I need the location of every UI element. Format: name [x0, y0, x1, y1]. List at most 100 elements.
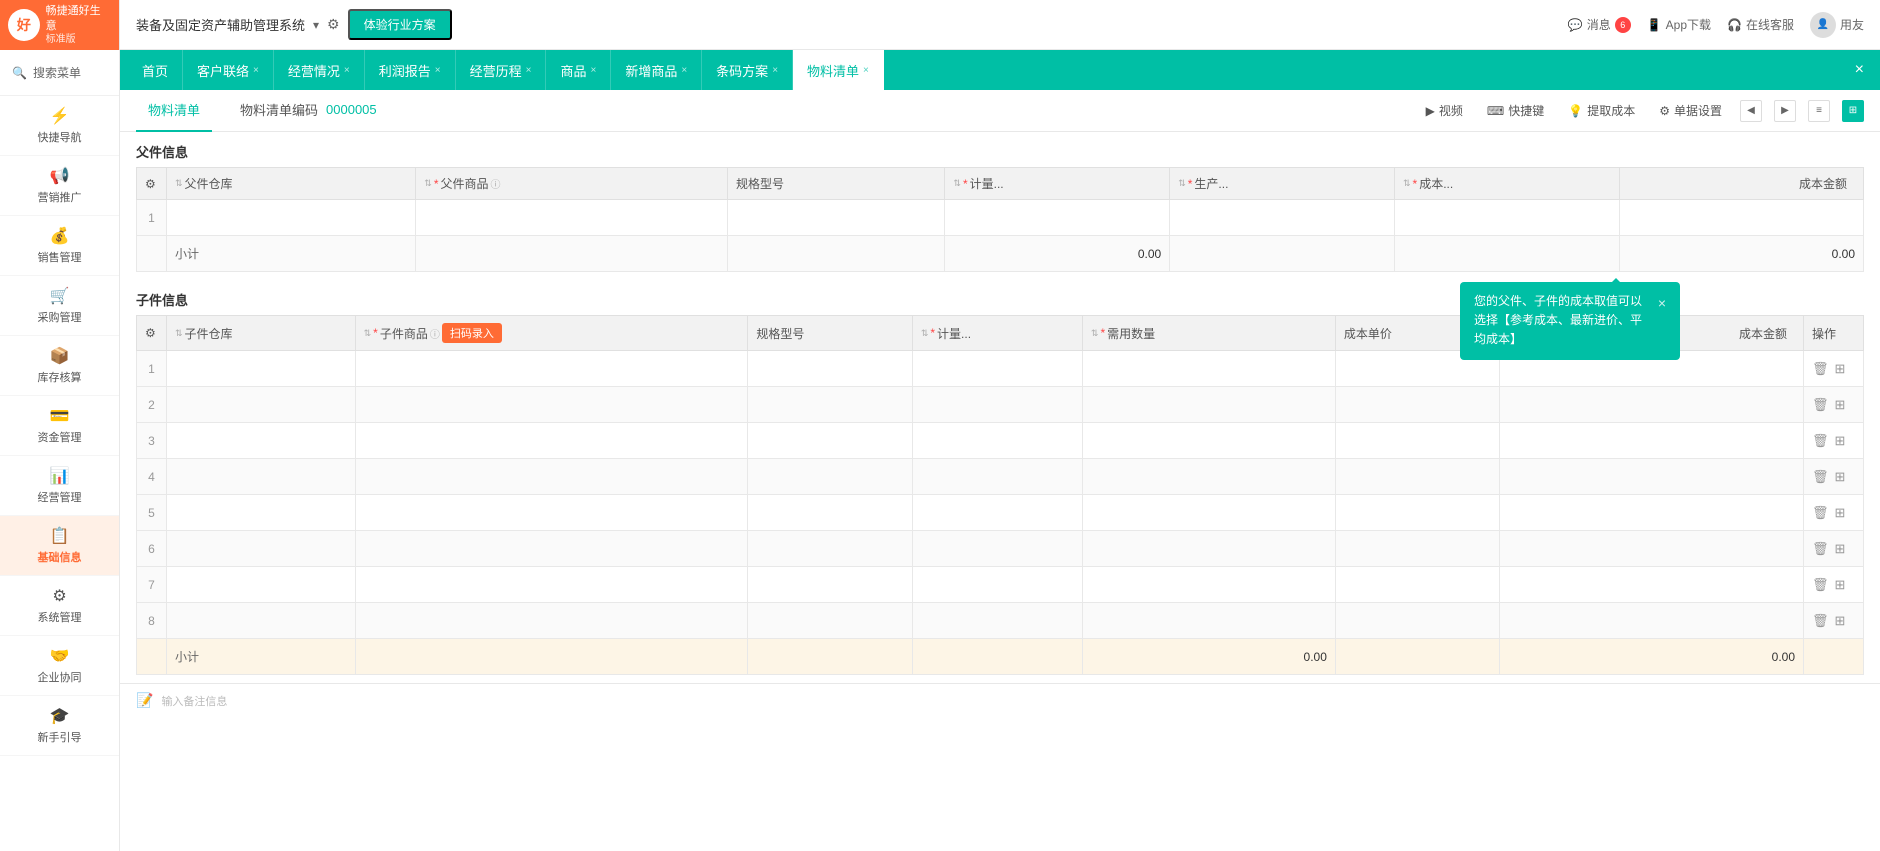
child-cell-product-7[interactable]: [355, 567, 748, 603]
copy-icon-3[interactable]: ⊞: [1835, 433, 1846, 449]
sidebar-item-operations[interactable]: 📊 经营管理: [0, 456, 119, 516]
tab-barcode-close[interactable]: ×: [772, 65, 778, 76]
sidebar-item-purchase[interactable]: 🛒 采购管理: [0, 276, 119, 336]
child-cell-spec-1[interactable]: [748, 351, 912, 387]
child-cell-warehouse-3[interactable]: [167, 423, 356, 459]
child-cell-qty-unit-1[interactable]: [912, 351, 1082, 387]
hint-text[interactable]: 输入备注信息: [161, 693, 227, 709]
tab-profit[interactable]: 利润报告 ×: [365, 50, 456, 90]
sidebar-item-finance[interactable]: 💳 资金管理: [0, 396, 119, 456]
tab-history-close[interactable]: ×: [526, 65, 532, 76]
tab-products-close[interactable]: ×: [590, 65, 596, 76]
tab-history[interactable]: 经营历程 ×: [456, 50, 547, 90]
child-cell-product-3[interactable]: [355, 423, 748, 459]
extract-cost-btn[interactable]: 💡 提取成本: [1562, 99, 1641, 122]
parent-cell-spec-1[interactable]: [728, 200, 945, 236]
child-cell-qty-unit-3[interactable]: [912, 423, 1082, 459]
child-cell-product-6[interactable]: [355, 531, 748, 567]
child-cell-product-8[interactable]: [355, 603, 748, 639]
sidebar-item-guide[interactable]: 🎓 新手引导: [0, 696, 119, 756]
tab-bom[interactable]: 物料清单 ×: [793, 50, 884, 90]
child-cell-qty-unit-4[interactable]: [912, 459, 1082, 495]
child-cell-need-qty-2[interactable]: [1082, 387, 1335, 423]
child-cell-warehouse-7[interactable]: [167, 567, 356, 603]
child-cell-qty-unit-7[interactable]: [912, 567, 1082, 603]
child-cell-need-qty-5[interactable]: [1082, 495, 1335, 531]
child-cell-spec-7[interactable]: [748, 567, 912, 603]
child-cell-product-5[interactable]: [355, 495, 748, 531]
online-service-btn[interactable]: 🎧 在线客服: [1727, 16, 1794, 33]
child-cell-qty-unit-2[interactable]: [912, 387, 1082, 423]
child-cell-cost-price-7[interactable]: [1335, 567, 1499, 603]
copy-icon-1[interactable]: ⊞: [1835, 361, 1846, 377]
single-setting-btn[interactable]: ⚙ 单据设置: [1653, 99, 1728, 122]
child-cell-qty-unit-6[interactable]: [912, 531, 1082, 567]
child-cell-spec-5[interactable]: [748, 495, 912, 531]
child-cell-need-qty-1[interactable]: [1082, 351, 1335, 387]
child-cell-spec-8[interactable]: [748, 603, 912, 639]
sidebar-item-system[interactable]: ⚙ 系统管理: [0, 576, 119, 636]
sidebar-item-basic-info[interactable]: 📋 基础信息: [0, 516, 119, 576]
parent-col-settings[interactable]: ⚙: [137, 168, 167, 200]
child-cell-warehouse-6[interactable]: [167, 531, 356, 567]
delete-icon-3[interactable]: 🗑: [1812, 433, 1829, 449]
child-cell-cost-price-5[interactable]: [1335, 495, 1499, 531]
child-cell-cost-price-4[interactable]: [1335, 459, 1499, 495]
tab-profit-close[interactable]: ×: [435, 65, 441, 76]
message-btn[interactable]: 💬 消息 6: [1568, 16, 1631, 33]
trial-button[interactable]: 体验行业方案: [348, 9, 452, 40]
copy-icon-7[interactable]: ⊞: [1835, 577, 1846, 593]
delete-icon-6[interactable]: 🗑: [1812, 541, 1829, 557]
copy-icon-4[interactable]: ⊞: [1835, 469, 1846, 485]
parent-cell-warehouse-1[interactable]: [167, 200, 416, 236]
sidebar-item-quick-nav[interactable]: ⚡ 快捷导航: [0, 96, 119, 156]
child-cell-need-qty-6[interactable]: [1082, 531, 1335, 567]
child-cell-need-qty-3[interactable]: [1082, 423, 1335, 459]
tab-new-product[interactable]: 新增商品 ×: [611, 50, 702, 90]
settings-icon[interactable]: ⚙: [327, 16, 340, 33]
nav-prev-btn[interactable]: ◀: [1740, 100, 1762, 122]
parent-cell-qty-1[interactable]: [945, 200, 1170, 236]
child-cell-warehouse-2[interactable]: [167, 387, 356, 423]
tooltip-close-btn[interactable]: ×: [1658, 292, 1666, 314]
child-cell-warehouse-4[interactable]: [167, 459, 356, 495]
parent-cell-product-1[interactable]: [416, 200, 728, 236]
child-cell-warehouse-8[interactable]: [167, 603, 356, 639]
delete-icon-5[interactable]: 🗑: [1812, 505, 1829, 521]
child-cell-need-qty-4[interactable]: [1082, 459, 1335, 495]
tab-new-product-close[interactable]: ×: [681, 65, 687, 76]
tab-operations-close[interactable]: ×: [344, 65, 350, 76]
child-cell-cost-price-6[interactable]: [1335, 531, 1499, 567]
copy-icon-5[interactable]: ⊞: [1835, 505, 1846, 521]
tab-customer[interactable]: 客户联络 ×: [183, 50, 274, 90]
child-cell-spec-3[interactable]: [748, 423, 912, 459]
child-cell-cost-price-8[interactable]: [1335, 603, 1499, 639]
search-menu-button[interactable]: 🔍 搜索菜单: [8, 58, 111, 87]
nav-list-btn[interactable]: ≡: [1808, 100, 1830, 122]
system-dropdown-icon[interactable]: ▾: [313, 18, 319, 32]
child-cell-product-2[interactable]: [355, 387, 748, 423]
delete-icon-4[interactable]: 🗑: [1812, 469, 1829, 485]
tab-operations[interactable]: 经营情况 ×: [274, 50, 365, 90]
tab-products[interactable]: 商品 ×: [546, 50, 611, 90]
delete-icon-2[interactable]: 🗑: [1812, 397, 1829, 413]
app-download-btn[interactable]: 📱 App下载: [1647, 16, 1711, 33]
child-cell-spec-2[interactable]: [748, 387, 912, 423]
child-cell-spec-4[interactable]: [748, 459, 912, 495]
child-cell-qty-unit-8[interactable]: [912, 603, 1082, 639]
user-menu-btn[interactable]: 👤 用友: [1810, 12, 1864, 38]
sidebar-item-marketing[interactable]: 📢 营销推广: [0, 156, 119, 216]
child-cell-product-1[interactable]: [355, 351, 748, 387]
delete-icon-1[interactable]: 🗑: [1812, 361, 1829, 377]
child-cell-need-qty-7[interactable]: [1082, 567, 1335, 603]
child-cell-cost-price-2[interactable]: [1335, 387, 1499, 423]
nav-expand-btn[interactable]: ⊞: [1842, 100, 1864, 122]
copy-icon-2[interactable]: ⊞: [1835, 397, 1846, 413]
child-cell-spec-6[interactable]: [748, 531, 912, 567]
child-cell-product-4[interactable]: [355, 459, 748, 495]
shortcut-btn[interactable]: ⌨ 快捷键: [1481, 99, 1550, 122]
child-cell-warehouse-1[interactable]: [167, 351, 356, 387]
child-cell-cost-price-3[interactable]: [1335, 423, 1499, 459]
child-cell-need-qty-8[interactable]: [1082, 603, 1335, 639]
tab-home[interactable]: 首页: [128, 50, 183, 90]
